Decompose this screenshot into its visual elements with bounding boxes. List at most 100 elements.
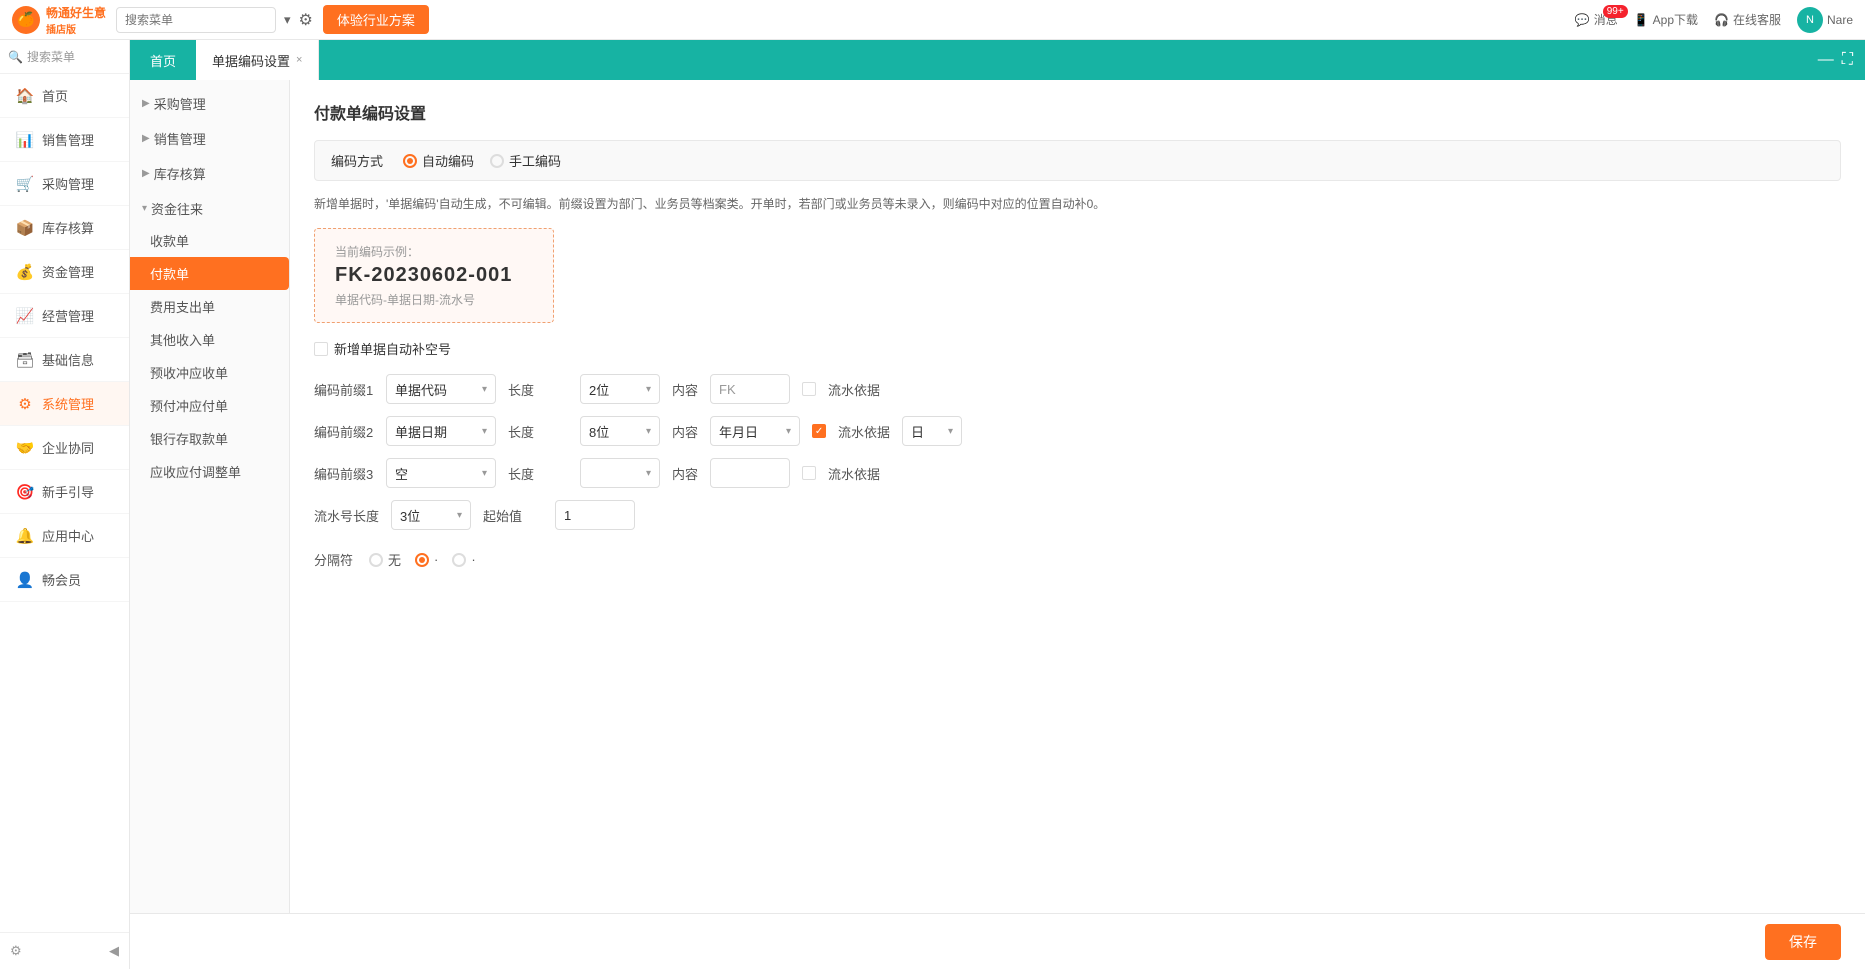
form-row-1-watermark-check[interactable] bbox=[802, 382, 816, 396]
sep-none-radio bbox=[369, 553, 383, 567]
message-icon: 💬 bbox=[1575, 13, 1590, 27]
sub-item-prepay-offset[interactable]: 预收冲应收单 bbox=[130, 356, 289, 389]
radio-manual[interactable]: 手工编码 bbox=[490, 151, 561, 170]
serial-row: 流水号长度 3位 ▾ 起始值 1 bbox=[314, 500, 1841, 530]
sub-group-inventory-arrow: ▶ bbox=[142, 168, 150, 179]
form-row-1-length-select[interactable]: 2位 ▾ bbox=[580, 374, 660, 404]
online-service-link[interactable]: 🎧 在线客服 bbox=[1714, 11, 1781, 28]
example-desc: 单据代码-单据日期-流水号 bbox=[335, 291, 533, 308]
radio-auto-label: 自动编码 bbox=[422, 151, 474, 170]
search-input[interactable] bbox=[116, 7, 276, 33]
app-download-link[interactable]: 📱 App下载 bbox=[1634, 11, 1698, 28]
sidebar-item-inventory[interactable]: 📦 库存核算 bbox=[0, 206, 129, 250]
purchase-icon: 🛒 bbox=[16, 175, 34, 193]
sidebar-item-basic[interactable]: 🗃 基础信息 bbox=[0, 338, 129, 382]
form-row-2-content-select[interactable]: 年月日 ▾ bbox=[710, 416, 800, 446]
save-button[interactable]: 保存 bbox=[1765, 924, 1841, 960]
form-row-3-length-select[interactable]: ▾ bbox=[580, 458, 660, 488]
tab-bar-expand-icon[interactable]: ⛶ bbox=[1842, 51, 1853, 69]
form-row-1-length-label: 长度 bbox=[508, 380, 568, 399]
sub-item-payment[interactable]: 付款单 bbox=[130, 257, 289, 290]
form-row-3-content-label: 内容 bbox=[672, 464, 698, 483]
sub-group-inventory: ▶ 库存核算 bbox=[130, 158, 289, 189]
user-info[interactable]: N Nare bbox=[1797, 7, 1853, 33]
sidebar: 🔍 搜索菜单 🏠 首页 📊 销售管理 🛒 采购管理 📦 库存核算 💰 资金管理 … bbox=[0, 40, 130, 969]
form-row-2-prefix-select[interactable]: 单据日期 ▾ bbox=[386, 416, 496, 446]
sub-item-advance-offset[interactable]: 预付冲应付单 bbox=[130, 389, 289, 422]
auto-fill-label: 新增单据自动补空号 bbox=[334, 339, 451, 358]
tab-active-item[interactable]: 单据编码设置 × bbox=[196, 40, 319, 80]
form-row-2-length-select[interactable]: 8位 ▾ bbox=[580, 416, 660, 446]
info-text: 新增单据时，'单据编码'自动生成，不可编辑。前缀设置为部门、业务员等档案类。开单… bbox=[314, 195, 1841, 214]
brand: 🍊 畅通好生意 插店版 bbox=[12, 4, 106, 36]
form-section: 编码前缀1 单据代码 ▾ 长度 2位 ▾ 内容 FK 流水依据 bbox=[314, 374, 1841, 569]
settings-icon[interactable]: ⚙ bbox=[299, 10, 313, 30]
bottom-collapse-icon[interactable]: ◀ bbox=[109, 943, 119, 959]
inventory-icon: 📦 bbox=[16, 219, 34, 237]
app-icon: 📱 bbox=[1634, 13, 1649, 27]
bottom-gear-icon[interactable]: ⚙ bbox=[10, 943, 22, 959]
sub-group-sales-title[interactable]: ▶ 销售管理 bbox=[130, 123, 289, 154]
sep-option-none[interactable]: 无 bbox=[369, 550, 401, 569]
top-bar-center: ▾ ⚙ bbox=[116, 7, 313, 33]
tab-bar: 首页 单据编码设置 × — ⛶ bbox=[130, 40, 1865, 80]
serial-length-select[interactable]: 3位 ▾ bbox=[391, 500, 471, 530]
sub-group-purchase-title[interactable]: ▶ 采购管理 bbox=[130, 88, 289, 119]
sub-item-adjust[interactable]: 应收应付调整单 bbox=[130, 455, 289, 488]
sidebar-item-enterprise[interactable]: 🤝 企业协同 bbox=[0, 426, 129, 470]
sub-item-expense[interactable]: 费用支出单 bbox=[130, 290, 289, 323]
sidebar-item-operations[interactable]: 📈 经营管理 bbox=[0, 294, 129, 338]
radio-manual-label: 手工编码 bbox=[509, 151, 561, 170]
sub-group-funds: ▾ 资金往来 收款单 付款单 费用支出单 其他收入单 预收冲应收单 预付冲应付单… bbox=[130, 193, 289, 488]
sub-item-other-income[interactable]: 其他收入单 bbox=[130, 323, 289, 356]
sep-option-dot2[interactable]: · bbox=[452, 552, 475, 567]
dropdown-arrow-icon[interactable]: ▾ bbox=[284, 12, 291, 28]
serial-start-label: 起始值 bbox=[483, 506, 543, 525]
sidebar-item-system[interactable]: ⚙ 系统管理 bbox=[0, 382, 129, 426]
sidebar-item-purchase[interactable]: 🛒 采购管理 bbox=[0, 162, 129, 206]
operations-icon: 📈 bbox=[16, 307, 34, 325]
sidebar-item-finance[interactable]: 💰 资金管理 bbox=[0, 250, 129, 294]
form-row-3-watermark-label: 流水依据 bbox=[828, 464, 880, 483]
prefix3-dropdown-icon: ▾ bbox=[482, 468, 487, 479]
form-row-2-watermark-check[interactable] bbox=[812, 424, 826, 438]
separator-label: 分隔符 bbox=[314, 550, 353, 569]
tab-bar-right: — ⛶ bbox=[1818, 51, 1865, 69]
experience-button[interactable]: 体验行业方案 bbox=[323, 5, 429, 34]
sidebar-item-home[interactable]: 🏠 首页 bbox=[0, 74, 129, 118]
form-row-3-prefix-select[interactable]: 空 ▾ bbox=[386, 458, 496, 488]
form-row-2: 编码前缀2 单据日期 ▾ 长度 8位 ▾ 内容 年月日 bbox=[314, 416, 1841, 446]
form-row-2-period-select[interactable]: 日 ▾ bbox=[902, 416, 962, 446]
sidebar-bottom: ⚙ ◀ bbox=[0, 932, 129, 969]
radio-auto-circle bbox=[403, 154, 417, 168]
user-name: Nare bbox=[1827, 13, 1853, 27]
prefix1-dropdown-icon: ▾ bbox=[482, 384, 487, 395]
auto-fill-checkbox[interactable] bbox=[314, 342, 328, 356]
sub-group-inventory-title[interactable]: ▶ 库存核算 bbox=[130, 158, 289, 189]
tab-bar-minimize-icon[interactable]: — bbox=[1818, 51, 1834, 69]
form-row-3-watermark-check[interactable] bbox=[802, 466, 816, 480]
sidebar-item-guide[interactable]: 🎯 新手引导 bbox=[0, 470, 129, 514]
form-row-1-prefix-label: 编码前缀1 bbox=[314, 380, 374, 399]
period2-dropdown-icon: ▾ bbox=[948, 426, 953, 437]
encoding-method-row: 编码方式 自动编码 手工编码 bbox=[314, 140, 1841, 181]
separator-row: 分隔符 无 · · bbox=[314, 550, 1841, 569]
sub-item-bank[interactable]: 银行存取款单 bbox=[130, 422, 289, 455]
sub-item-receipt[interactable]: 收款单 bbox=[130, 224, 289, 257]
tab-close-button[interactable]: × bbox=[296, 54, 302, 66]
page-title: 付款单编码设置 bbox=[314, 100, 1841, 124]
sidebar-item-apps[interactable]: 🔔 应用中心 bbox=[0, 514, 129, 558]
serial-start-value[interactable]: 1 bbox=[555, 500, 635, 530]
tab-home[interactable]: 首页 bbox=[130, 40, 196, 80]
message-badge[interactable]: 💬 消息 99+ bbox=[1575, 11, 1618, 28]
sub-group-funds-title[interactable]: ▾ 资金往来 bbox=[130, 193, 289, 224]
radio-auto[interactable]: 自动编码 bbox=[403, 151, 474, 170]
form-row-1-prefix-select[interactable]: 单据代码 ▾ bbox=[386, 374, 496, 404]
search-menu[interactable]: 🔍 搜索菜单 bbox=[0, 40, 129, 74]
sidebar-item-member[interactable]: 👤 畅会员 bbox=[0, 558, 129, 602]
sep-option-dot[interactable]: · bbox=[415, 552, 438, 567]
sidebar-item-sales[interactable]: 📊 销售管理 bbox=[0, 118, 129, 162]
avatar: N bbox=[1797, 7, 1823, 33]
serial-length-label: 流水号长度 bbox=[314, 506, 379, 525]
radio-manual-circle bbox=[490, 154, 504, 168]
